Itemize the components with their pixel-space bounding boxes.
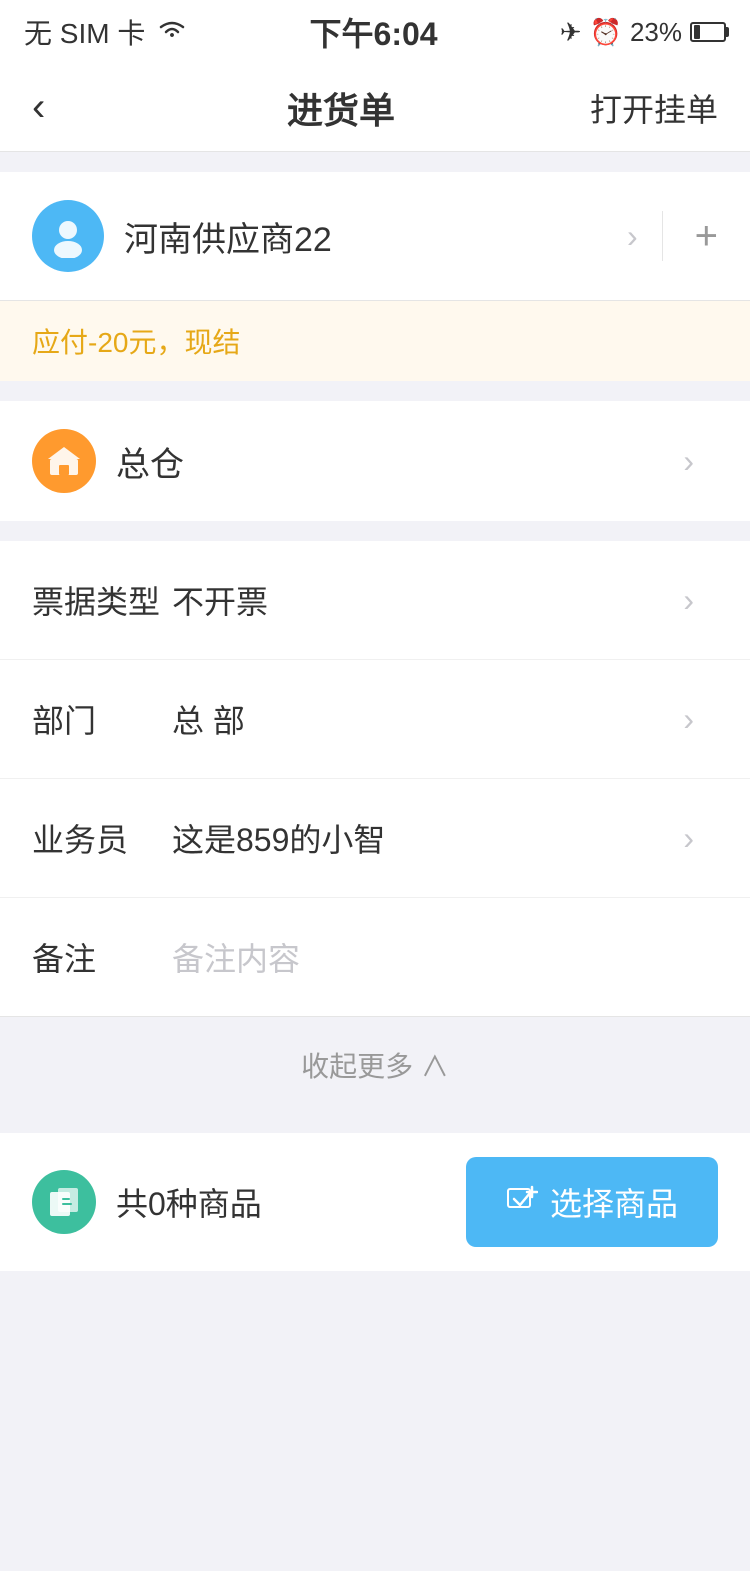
supplier-card: 河南供应商22 › + 应付-20元，现结: [0, 172, 750, 381]
page-background: [0, 1271, 750, 1571]
supplier-chevron-icon: ›: [627, 218, 638, 255]
collapse-row[interactable]: 收起更多 ∧: [0, 1016, 750, 1113]
wifi-icon: [157, 16, 187, 48]
supplier-row[interactable]: 河南供应商22 › +: [0, 172, 750, 301]
staff-label: 业务员: [32, 815, 172, 861]
supplier-name: 河南供应商22: [124, 212, 627, 261]
open-pending-button[interactable]: 打开挂单: [590, 85, 718, 131]
warehouse-row[interactable]: 总仓 ›: [0, 401, 750, 521]
location-icon: ✈: [560, 17, 582, 48]
supplier-avatar: [32, 200, 104, 272]
remark-label: 备注: [32, 934, 172, 980]
add-supplier-button[interactable]: +: [695, 214, 718, 259]
dept-chevron-icon: ›: [683, 701, 694, 738]
carrier-label: 无 SIM 卡: [24, 12, 145, 52]
staff-value: 这是859的小智: [172, 815, 683, 861]
select-product-label: 选择商品: [550, 1179, 678, 1225]
form-row-invoice[interactable]: 票据类型 不开票 ›: [0, 541, 750, 660]
back-button[interactable]: ‹: [32, 85, 92, 130]
warehouse-icon: [32, 429, 96, 493]
page-title: 进货单: [287, 82, 395, 134]
collapse-label: 收起更多 ∧: [301, 1051, 449, 1082]
notice-text: 应付-20元，现结: [32, 327, 240, 358]
battery-percent: 23%: [630, 17, 682, 48]
dept-label: 部门: [32, 696, 172, 742]
invoice-label: 票据类型: [32, 577, 172, 623]
status-left: 无 SIM 卡: [24, 12, 187, 52]
select-product-icon: [506, 1184, 538, 1221]
status-right: ✈ ⏰ 23%: [560, 17, 726, 48]
form-row-remark[interactable]: 备注 备注内容: [0, 898, 750, 1016]
nav-bar: ‹ 进货单 打开挂单: [0, 64, 750, 152]
status-time: 下午6:04: [310, 9, 438, 55]
staff-chevron-icon: ›: [683, 820, 694, 857]
bottom-bar: 共0种商品 选择商品: [0, 1133, 750, 1271]
warehouse-card: 总仓 ›: [0, 401, 750, 521]
battery-icon: [690, 22, 726, 42]
warehouse-chevron-icon: ›: [683, 443, 694, 480]
select-product-button[interactable]: 选择商品: [466, 1157, 718, 1247]
form-section: 票据类型 不开票 › 部门 总 部 › 业务员 这是859的小智 › 备注 备注…: [0, 541, 750, 1016]
notice-bar: 应付-20元，现结: [0, 301, 750, 381]
alarm-icon: ⏰: [590, 17, 622, 48]
product-count: 共0种商品: [116, 1179, 466, 1225]
invoice-value: 不开票: [172, 577, 683, 623]
warehouse-name: 总仓: [116, 437, 683, 486]
form-row-staff[interactable]: 业务员 这是859的小智 ›: [0, 779, 750, 898]
status-bar: 无 SIM 卡 下午6:04 ✈ ⏰ 23%: [0, 0, 750, 64]
remark-input[interactable]: 备注内容: [172, 934, 718, 980]
dept-value: 总 部: [172, 696, 683, 742]
divider: [662, 211, 663, 261]
gap-1: [0, 152, 750, 172]
product-icon: [32, 1170, 96, 1234]
form-row-dept[interactable]: 部门 总 部 ›: [0, 660, 750, 779]
invoice-chevron-icon: ›: [683, 582, 694, 619]
